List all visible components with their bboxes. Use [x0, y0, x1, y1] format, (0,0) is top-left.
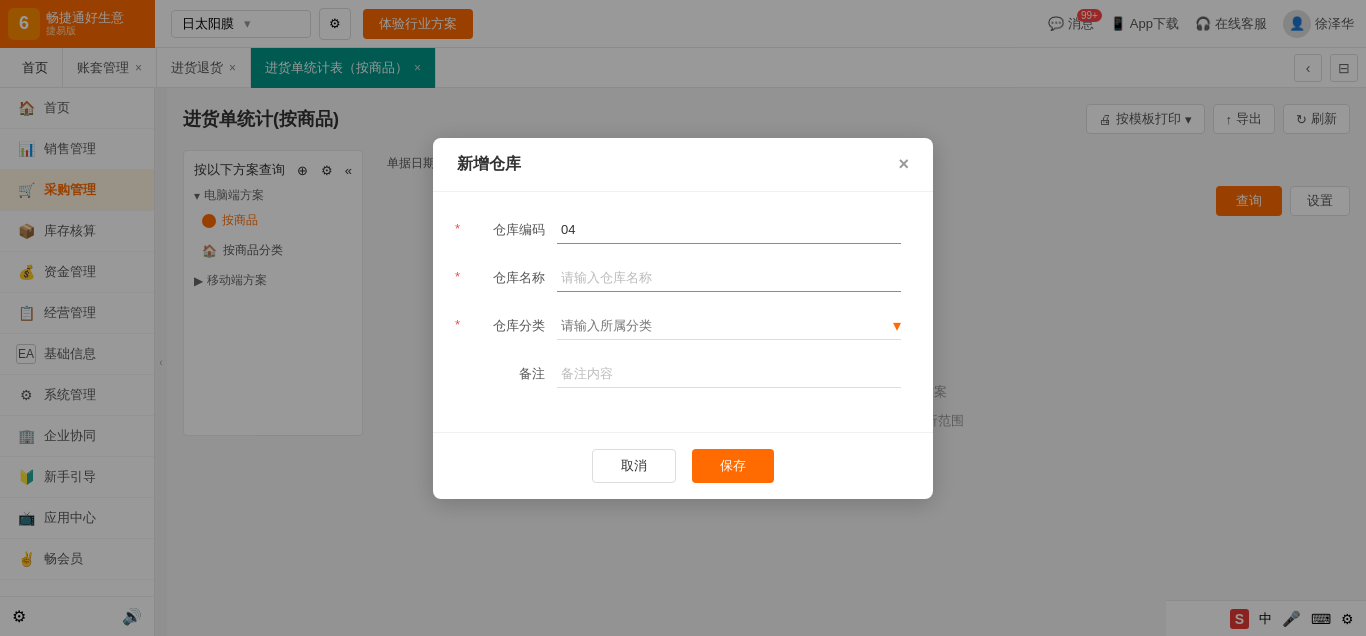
code-label: 仓库编码 — [465, 221, 545, 239]
modal-body: 仓库编码 仓库名称 仓库分类 ▾ 备注 — [433, 192, 933, 432]
category-form-row: 仓库分类 ▾ — [465, 312, 901, 340]
category-select-wrapper: ▾ — [557, 312, 901, 340]
remark-label: 备注 — [465, 365, 545, 383]
category-label: 仓库分类 — [465, 317, 545, 335]
category-dropdown-icon[interactable]: ▾ — [893, 316, 901, 335]
name-input[interactable] — [557, 264, 901, 292]
save-button[interactable]: 保存 — [692, 449, 774, 483]
remark-input[interactable] — [557, 360, 901, 388]
modal-overlay: 新增仓库 × 仓库编码 仓库名称 仓库分类 ▾ — [0, 0, 1366, 636]
remark-form-row: 备注 — [465, 360, 901, 388]
modal-dialog: 新增仓库 × 仓库编码 仓库名称 仓库分类 ▾ — [433, 138, 933, 499]
name-form-row: 仓库名称 — [465, 264, 901, 292]
code-input[interactable] — [557, 216, 901, 244]
category-input[interactable] — [557, 312, 893, 339]
name-label: 仓库名称 — [465, 269, 545, 287]
modal-close-button[interactable]: × — [898, 155, 909, 173]
modal-header: 新增仓库 × — [433, 138, 933, 192]
modal-footer: 取消 保存 — [433, 432, 933, 499]
modal-title: 新增仓库 — [457, 154, 521, 175]
cancel-button[interactable]: 取消 — [592, 449, 676, 483]
code-form-row: 仓库编码 — [465, 216, 901, 244]
